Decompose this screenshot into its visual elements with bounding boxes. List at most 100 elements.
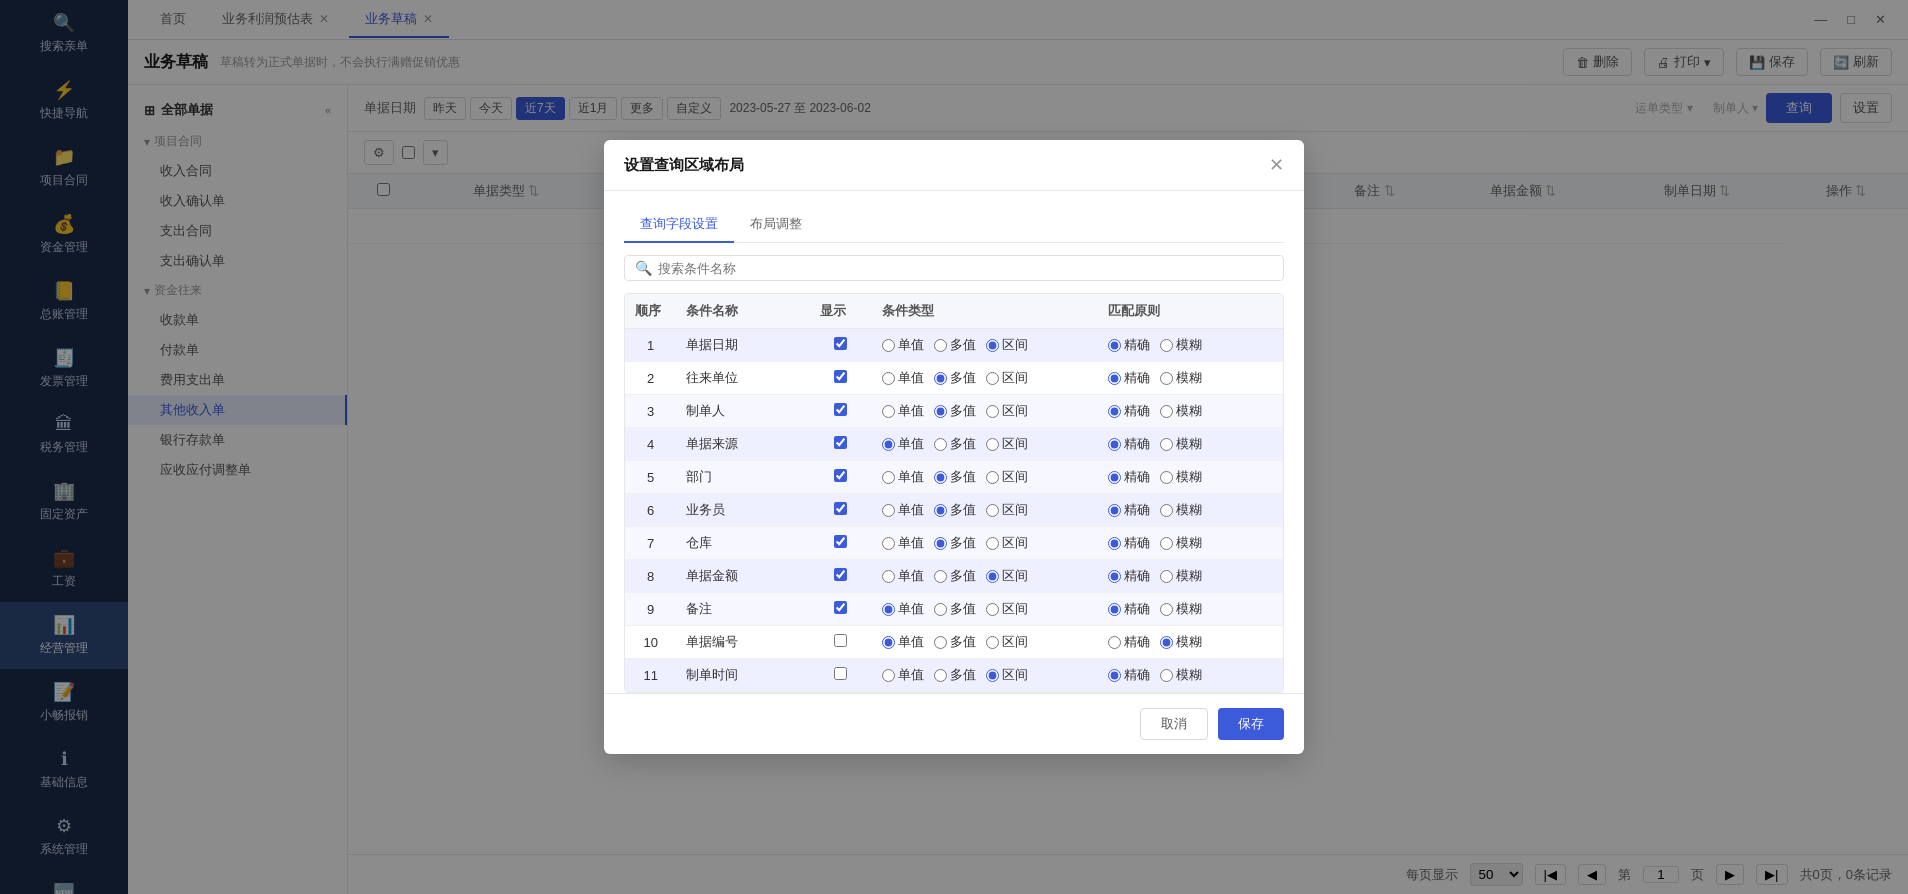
- type-option-多值[interactable]: 多值: [934, 567, 976, 585]
- match-option-精确[interactable]: 精确: [1108, 567, 1150, 585]
- match-option-模糊[interactable]: 模糊: [1160, 501, 1202, 519]
- show-checkbox-8[interactable]: [834, 568, 847, 581]
- match-option-模糊[interactable]: 模糊: [1160, 369, 1202, 387]
- row-match-radio-group: 精确模糊: [1098, 395, 1283, 428]
- match-option-模糊[interactable]: 模糊: [1160, 600, 1202, 618]
- row-show-checkbox[interactable]: [810, 560, 872, 593]
- row-match-radio-group: 精确模糊: [1098, 461, 1283, 494]
- show-checkbox-4[interactable]: [834, 436, 847, 449]
- match-option-模糊[interactable]: 模糊: [1160, 402, 1202, 420]
- row-match-radio-group: 精确模糊: [1098, 527, 1283, 560]
- show-checkbox-6[interactable]: [834, 502, 847, 515]
- show-checkbox-2[interactable]: [834, 370, 847, 383]
- row-type-radio-group: 单值多值区间: [872, 494, 1098, 527]
- show-checkbox-1[interactable]: [834, 337, 847, 350]
- row-match-radio-group: 精确模糊: [1098, 560, 1283, 593]
- type-option-多值[interactable]: 多值: [934, 468, 976, 486]
- match-option-模糊[interactable]: 模糊: [1160, 435, 1202, 453]
- config-table-container: 顺序 条件名称 显示 条件类型 匹配原则 1单据日期单值多值区间精确模糊2往来单…: [624, 293, 1284, 693]
- match-option-精确[interactable]: 精确: [1108, 501, 1150, 519]
- show-checkbox-11[interactable]: [834, 667, 847, 680]
- type-option-多值[interactable]: 多值: [934, 600, 976, 618]
- row-show-checkbox[interactable]: [810, 659, 872, 692]
- type-option-多值[interactable]: 多值: [934, 435, 976, 453]
- row-match-radio-group: 精确模糊: [1098, 494, 1283, 527]
- type-option-单值[interactable]: 单值: [882, 402, 924, 420]
- dialog-save-btn[interactable]: 保存: [1218, 708, 1284, 740]
- type-option-区间[interactable]: 区间: [986, 468, 1028, 486]
- match-option-精确[interactable]: 精确: [1108, 402, 1150, 420]
- type-option-多值[interactable]: 多值: [934, 402, 976, 420]
- type-option-区间[interactable]: 区间: [986, 402, 1028, 420]
- type-option-单值[interactable]: 单值: [882, 567, 924, 585]
- type-option-单值[interactable]: 单值: [882, 369, 924, 387]
- row-show-checkbox[interactable]: [810, 626, 872, 659]
- config-table: 顺序 条件名称 显示 条件类型 匹配原则 1单据日期单值多值区间精确模糊2往来单…: [625, 294, 1283, 692]
- match-option-精确[interactable]: 精确: [1108, 600, 1150, 618]
- dialog-tab-layout[interactable]: 布局调整: [734, 207, 818, 243]
- row-show-checkbox[interactable]: [810, 362, 872, 395]
- type-option-多值[interactable]: 多值: [934, 501, 976, 519]
- match-option-模糊[interactable]: 模糊: [1160, 534, 1202, 552]
- type-option-区间[interactable]: 区间: [986, 666, 1028, 684]
- row-type-radio-group: 单值多值区间: [872, 593, 1098, 626]
- col-header-name: 条件名称: [676, 294, 810, 329]
- type-option-区间[interactable]: 区间: [986, 501, 1028, 519]
- match-option-精确[interactable]: 精确: [1108, 666, 1150, 684]
- show-checkbox-7[interactable]: [834, 535, 847, 548]
- match-option-精确[interactable]: 精确: [1108, 336, 1150, 354]
- row-show-checkbox[interactable]: [810, 494, 872, 527]
- type-option-单值[interactable]: 单值: [882, 336, 924, 354]
- row-show-checkbox[interactable]: [810, 461, 872, 494]
- row-show-checkbox[interactable]: [810, 593, 872, 626]
- row-condition-name: 备注: [676, 593, 810, 626]
- type-option-单值[interactable]: 单值: [882, 468, 924, 486]
- type-option-区间[interactable]: 区间: [986, 534, 1028, 552]
- match-option-模糊[interactable]: 模糊: [1160, 468, 1202, 486]
- type-option-单值[interactable]: 单值: [882, 435, 924, 453]
- row-show-checkbox[interactable]: [810, 329, 872, 362]
- row-show-checkbox[interactable]: [810, 395, 872, 428]
- type-option-区间[interactable]: 区间: [986, 369, 1028, 387]
- type-option-区间[interactable]: 区间: [986, 336, 1028, 354]
- type-option-多值[interactable]: 多值: [934, 336, 976, 354]
- type-option-区间[interactable]: 区间: [986, 633, 1028, 651]
- match-option-精确[interactable]: 精确: [1108, 369, 1150, 387]
- type-option-单值[interactable]: 单值: [882, 633, 924, 651]
- show-checkbox-10[interactable]: [834, 634, 847, 647]
- dialog-header: 设置查询区域布局 ✕: [604, 140, 1304, 191]
- dialog-close-btn[interactable]: ✕: [1269, 154, 1284, 176]
- show-checkbox-5[interactable]: [834, 469, 847, 482]
- match-option-精确[interactable]: 精确: [1108, 534, 1150, 552]
- type-option-单值[interactable]: 单值: [882, 666, 924, 684]
- match-option-模糊[interactable]: 模糊: [1160, 633, 1202, 651]
- type-option-单值[interactable]: 单值: [882, 501, 924, 519]
- row-type-radio-group: 单值多值区间: [872, 527, 1098, 560]
- row-show-checkbox[interactable]: [810, 428, 872, 461]
- row-condition-name: 单据来源: [676, 428, 810, 461]
- type-option-多值[interactable]: 多值: [934, 369, 976, 387]
- dialog-tab-fields[interactable]: 查询字段设置: [624, 207, 734, 243]
- row-type-radio-group: 单值多值区间: [872, 659, 1098, 692]
- row-type-radio-group: 单值多值区间: [872, 560, 1098, 593]
- search-input[interactable]: [658, 261, 1273, 276]
- show-checkbox-9[interactable]: [834, 601, 847, 614]
- show-checkbox-3[interactable]: [834, 403, 847, 416]
- match-option-模糊[interactable]: 模糊: [1160, 336, 1202, 354]
- match-option-模糊[interactable]: 模糊: [1160, 666, 1202, 684]
- row-show-checkbox[interactable]: [810, 527, 872, 560]
- cancel-btn[interactable]: 取消: [1140, 708, 1208, 740]
- match-option-精确[interactable]: 精确: [1108, 435, 1150, 453]
- match-option-精确[interactable]: 精确: [1108, 468, 1150, 486]
- type-option-多值[interactable]: 多值: [934, 534, 976, 552]
- type-option-多值[interactable]: 多值: [934, 633, 976, 651]
- dialog-tabs: 查询字段设置布局调整: [624, 207, 1284, 243]
- type-option-区间[interactable]: 区间: [986, 567, 1028, 585]
- type-option-单值[interactable]: 单值: [882, 600, 924, 618]
- match-option-精确[interactable]: 精确: [1108, 633, 1150, 651]
- type-option-多值[interactable]: 多值: [934, 666, 976, 684]
- type-option-单值[interactable]: 单值: [882, 534, 924, 552]
- match-option-模糊[interactable]: 模糊: [1160, 567, 1202, 585]
- type-option-区间[interactable]: 区间: [986, 600, 1028, 618]
- type-option-区间[interactable]: 区间: [986, 435, 1028, 453]
